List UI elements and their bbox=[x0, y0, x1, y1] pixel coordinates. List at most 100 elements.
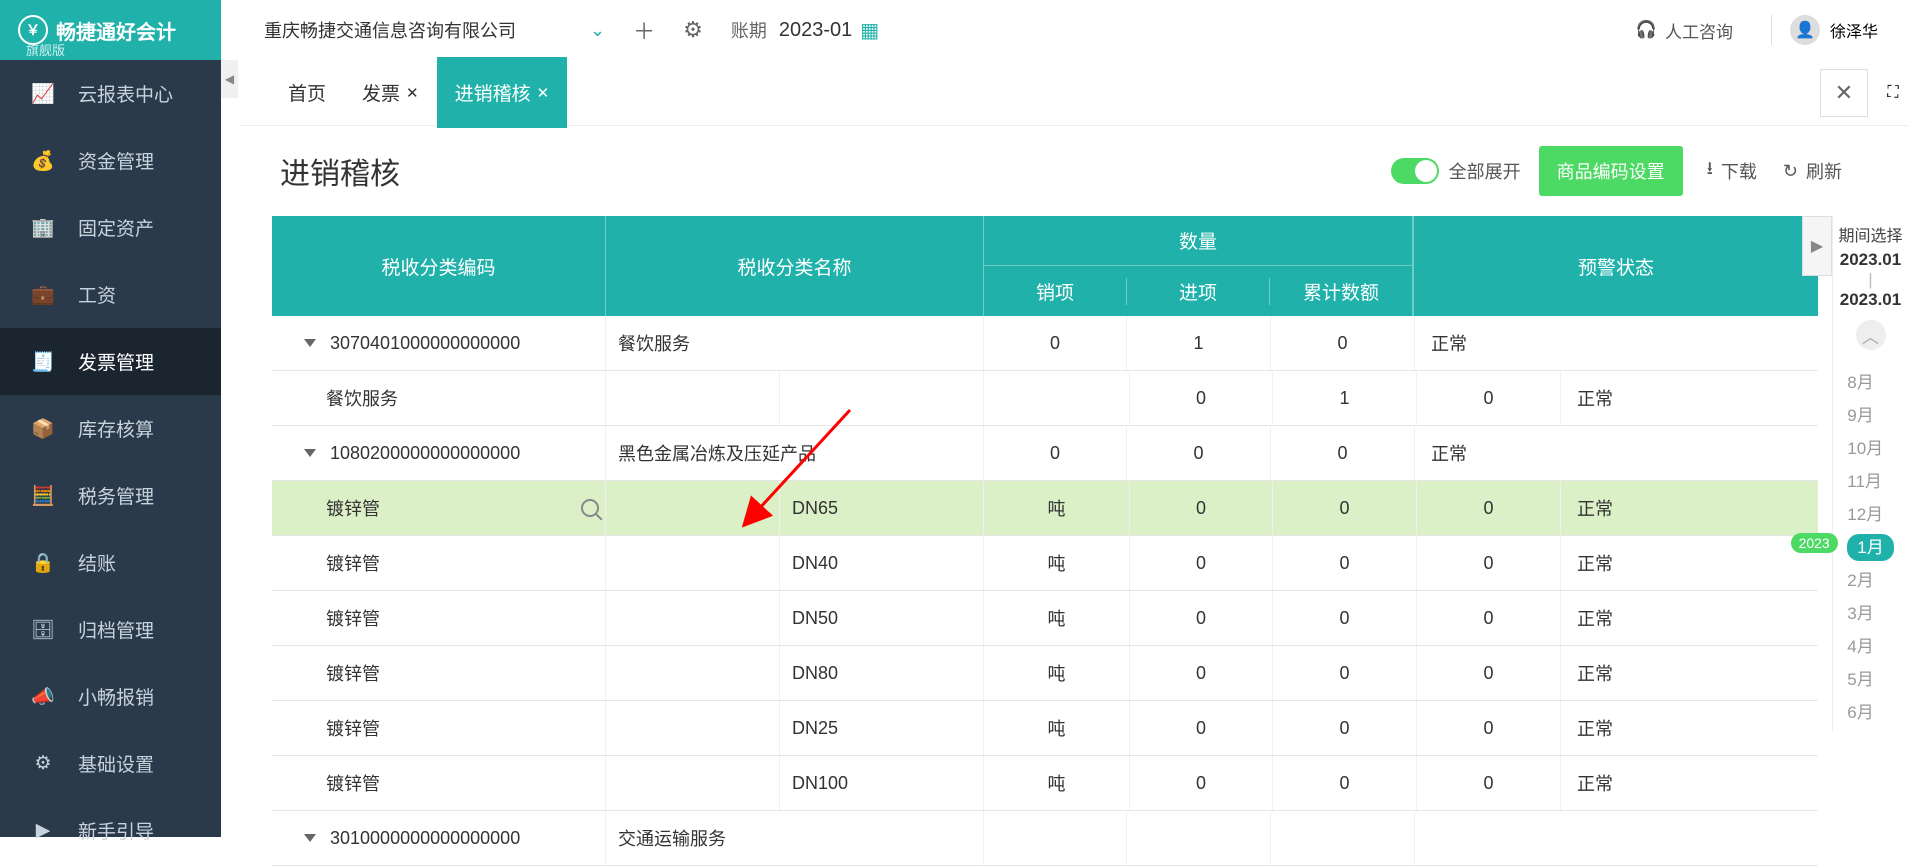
sidebar: ￥ 畅捷通好会计 旗舰版 📈云报表中心💰资金管理🏢固定资产💼工资🧾发票管理📦库存… bbox=[0, 0, 221, 837]
month-option[interactable]: 8月 bbox=[1847, 368, 1893, 393]
cell-code: 3010000000000000000 bbox=[272, 811, 606, 865]
cell-out: 0 bbox=[984, 316, 1127, 370]
download-button[interactable]: ⭳ 下载 bbox=[1707, 156, 1757, 186]
cell-in: 0 bbox=[1273, 701, 1417, 755]
cell-name bbox=[606, 591, 780, 645]
cell-spec: DN50 bbox=[780, 591, 984, 645]
close-icon[interactable]: ✕ bbox=[537, 84, 550, 102]
logo-brand: 畅捷通好会计 bbox=[56, 16, 176, 45]
month-option[interactable]: 4月 bbox=[1847, 632, 1893, 657]
collapse-icon[interactable] bbox=[304, 449, 316, 457]
toggle-switch[interactable] bbox=[1391, 158, 1439, 184]
table-row[interactable]: 1080200000000000000黑色金属冶炼及压延产品000正常 bbox=[272, 426, 1818, 481]
sidebar-item-1[interactable]: 💰资金管理 bbox=[0, 127, 221, 194]
fullscreen-icon[interactable]: ⛶ bbox=[1878, 69, 1908, 117]
sidebar-item-10[interactable]: ⚙基础设置 bbox=[0, 730, 221, 797]
collapse-icon[interactable] bbox=[304, 834, 316, 842]
cell-name bbox=[606, 481, 780, 535]
sidebar-item-label: 小畅报销 bbox=[78, 683, 154, 710]
cell-code: 镀锌管 bbox=[272, 646, 606, 700]
product-code-settings-button[interactable]: 商品编码设置 bbox=[1539, 146, 1683, 196]
data-table: 税收分类编码 税收分类名称 数量 销项 进项 累计数额 预警状态 3070401… bbox=[272, 216, 1818, 866]
cell-unit: 吨 bbox=[984, 756, 1130, 810]
tab-label: 首页 bbox=[288, 79, 326, 106]
refresh-button[interactable]: ↻ 刷新 bbox=[1783, 158, 1842, 184]
cell-cum: 0 bbox=[1417, 591, 1561, 645]
close-icon[interactable]: ✕ bbox=[406, 84, 419, 102]
close-all-tabs[interactable]: ✕ bbox=[1820, 69, 1868, 117]
period-value[interactable]: 2023-01 bbox=[779, 19, 852, 42]
customer-service[interactable]: 🎧 人工咨询 bbox=[1636, 18, 1733, 43]
sidebar-item-label: 固定资产 bbox=[78, 214, 154, 241]
cell-out: 0 bbox=[1130, 591, 1273, 645]
cell-cum bbox=[1271, 811, 1415, 865]
tab-0[interactable]: 首页 bbox=[270, 57, 344, 128]
cell-code: 镀锌管 bbox=[272, 701, 606, 755]
sidebar-item-label: 归档管理 bbox=[78, 616, 154, 643]
sidebar-item-5[interactable]: 📦库存核算 bbox=[0, 395, 221, 462]
month-option[interactable]: 5月 bbox=[1847, 665, 1893, 690]
cell-in: 0 bbox=[1273, 646, 1417, 700]
collapse-icon[interactable] bbox=[304, 339, 316, 347]
cell-out: 0 bbox=[1130, 646, 1273, 700]
month-option[interactable]: 12月 bbox=[1847, 500, 1893, 525]
sidebar-icon: 💰 bbox=[30, 149, 56, 173]
th-out: 销项 bbox=[984, 278, 1127, 305]
sidebar-icon: ⚙ bbox=[30, 752, 56, 775]
cell-out bbox=[984, 811, 1127, 865]
scroll-up-icon[interactable]: ︿ bbox=[1856, 320, 1886, 350]
expand-toggle[interactable]: 全部展开 bbox=[1391, 158, 1521, 184]
calendar-icon[interactable]: ▦ bbox=[860, 18, 879, 43]
cell-alert: 正常 bbox=[1561, 536, 1818, 590]
tab-1[interactable]: 发票✕ bbox=[344, 57, 437, 128]
search-icon[interactable] bbox=[581, 499, 599, 517]
sidebar-item-3[interactable]: 💼工资 bbox=[0, 261, 221, 328]
gear-icon[interactable]: ⚙ bbox=[683, 17, 703, 43]
cell-unit: 吨 bbox=[984, 481, 1130, 535]
table-row[interactable]: 3070401000000000000餐饮服务010正常 bbox=[272, 316, 1818, 371]
th-in: 进项 bbox=[1127, 278, 1270, 305]
sidebar-item-9[interactable]: 📣小畅报销 bbox=[0, 663, 221, 730]
table-row[interactable]: 镀锌管DN40吨000正常 bbox=[272, 536, 1818, 591]
sidebar-collapse-handle[interactable]: ◀ bbox=[221, 60, 238, 98]
plus-icon[interactable]: ＋ bbox=[633, 14, 655, 46]
tab-2[interactable]: 进销稽核✕ bbox=[437, 57, 568, 128]
table-row[interactable]: 镀锌管DN80吨000正常 bbox=[272, 646, 1818, 701]
divider bbox=[1771, 15, 1772, 45]
table-row[interactable]: 镀锌管DN100吨000正常 bbox=[272, 756, 1818, 811]
sidebar-item-4[interactable]: 🧾发票管理 bbox=[0, 328, 221, 395]
cell-out: 0 bbox=[1130, 481, 1273, 535]
username[interactable]: 徐泽华 bbox=[1830, 18, 1878, 42]
sidebar-item-6[interactable]: 🧮税务管理 bbox=[0, 462, 221, 529]
month-option[interactable]: 20231月 bbox=[1847, 533, 1893, 558]
th-qty: 数量 bbox=[984, 216, 1413, 266]
sidebar-item-8[interactable]: 🗄归档管理 bbox=[0, 596, 221, 663]
cell-cum: 0 bbox=[1417, 756, 1561, 810]
company-name[interactable]: 重庆畅捷交通信息咨询有限公司 bbox=[264, 17, 516, 43]
sidebar-item-2[interactable]: 🏢固定资产 bbox=[0, 194, 221, 261]
cell-code: 餐饮服务 bbox=[272, 371, 606, 425]
table-row[interactable]: 餐饮服务010正常 bbox=[272, 371, 1818, 426]
month-option[interactable]: 3月 bbox=[1847, 599, 1893, 624]
sidebar-item-11[interactable]: ▶新手引导 bbox=[0, 797, 221, 864]
cell-code: 镀锌管 bbox=[272, 536, 606, 590]
month-option[interactable]: 11月 bbox=[1847, 467, 1893, 492]
cell-unit: 吨 bbox=[984, 646, 1130, 700]
table-row[interactable]: 3010000000000000000交通运输服务 bbox=[272, 811, 1818, 866]
cell-unit: 吨 bbox=[984, 536, 1130, 590]
table-row[interactable]: 镀锌管DN50吨000正常 bbox=[272, 591, 1818, 646]
table-row[interactable]: 镀锌管DN65吨000正常 bbox=[272, 481, 1818, 536]
cell-unit: 吨 bbox=[984, 701, 1130, 755]
sidebar-item-7[interactable]: 🔒结账 bbox=[0, 529, 221, 596]
month-option[interactable]: 10月 bbox=[1847, 434, 1893, 459]
cell-spec: DN40 bbox=[780, 536, 984, 590]
month-option[interactable]: 6月 bbox=[1847, 698, 1893, 723]
chevron-down-icon[interactable]: ⌄ bbox=[590, 20, 605, 41]
sidebar-icon: 📦 bbox=[30, 417, 56, 441]
month-option[interactable]: 2月 bbox=[1847, 566, 1893, 591]
period-panel-handle[interactable]: ▶ bbox=[1802, 216, 1832, 276]
table-row[interactable]: 镀锌管DN25吨000正常 bbox=[272, 701, 1818, 756]
sidebar-item-0[interactable]: 📈云报表中心 bbox=[0, 60, 221, 127]
avatar-icon[interactable]: 👤 bbox=[1790, 15, 1820, 45]
month-option[interactable]: 9月 bbox=[1847, 401, 1893, 426]
